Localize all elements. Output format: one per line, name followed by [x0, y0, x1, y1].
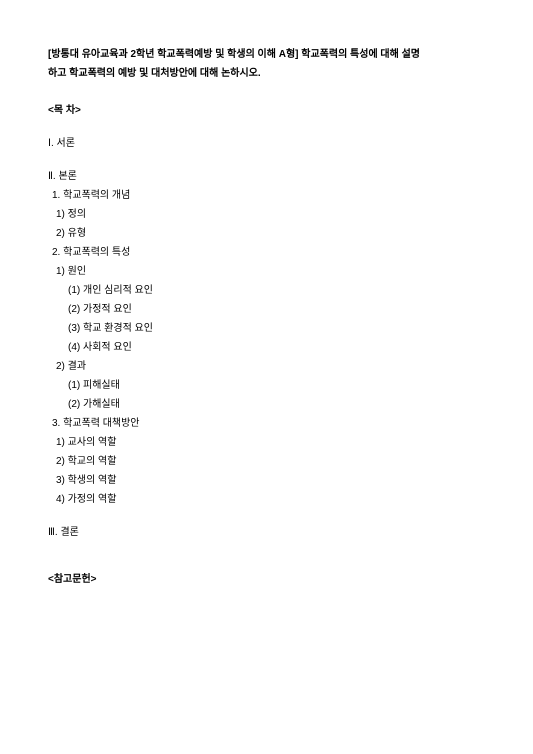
section-body-2-2: 2) 결과 [56, 357, 485, 376]
section-body-2-2-1: (1) 피해실태 [68, 376, 485, 395]
section-body-2-1: 1) 원인 [56, 262, 485, 281]
section-body: Ⅱ. 본론 [48, 167, 485, 186]
section-body-1: 1. 학교폭력의 개념 [52, 186, 485, 205]
section-body-2-1-3: (3) 학교 환경적 요인 [68, 319, 485, 338]
section-intro: Ⅰ. 서론 [48, 134, 485, 153]
section-body-2-1-1: (1) 개인 심리적 요인 [68, 281, 485, 300]
section-body-3-3: 3) 학생의 역할 [56, 471, 485, 490]
section-body-3-2: 2) 학교의 역할 [56, 452, 485, 471]
section-body-1-1: 1) 정의 [56, 205, 485, 224]
section-conclusion: Ⅲ. 결론 [48, 523, 485, 542]
document-title-line-1: [방통대 유아교육과 2학년 학교폭력예방 및 학생의 이해 A형] 학교폭력의… [48, 45, 485, 64]
section-body-3-1: 1) 교사의 역할 [56, 433, 485, 452]
references-heading: <참고문헌> [48, 570, 485, 589]
section-body-2-2-2: (2) 가해실태 [68, 395, 485, 414]
section-body-3: 3. 학교폭력 대책방안 [52, 414, 485, 433]
toc-heading: <목 차> [48, 101, 485, 120]
section-body-1-2: 2) 유형 [56, 224, 485, 243]
section-body-2-1-2: (2) 가정적 요인 [68, 300, 485, 319]
document-title-line-2: 하고 학교폭력의 예방 및 대처방안에 대해 논하시오. [48, 64, 485, 83]
section-body-3-4: 4) 가정의 역할 [56, 490, 485, 509]
section-body-2-1-4: (4) 사회적 요인 [68, 338, 485, 357]
section-body-2: 2. 학교폭력의 특성 [52, 243, 485, 262]
